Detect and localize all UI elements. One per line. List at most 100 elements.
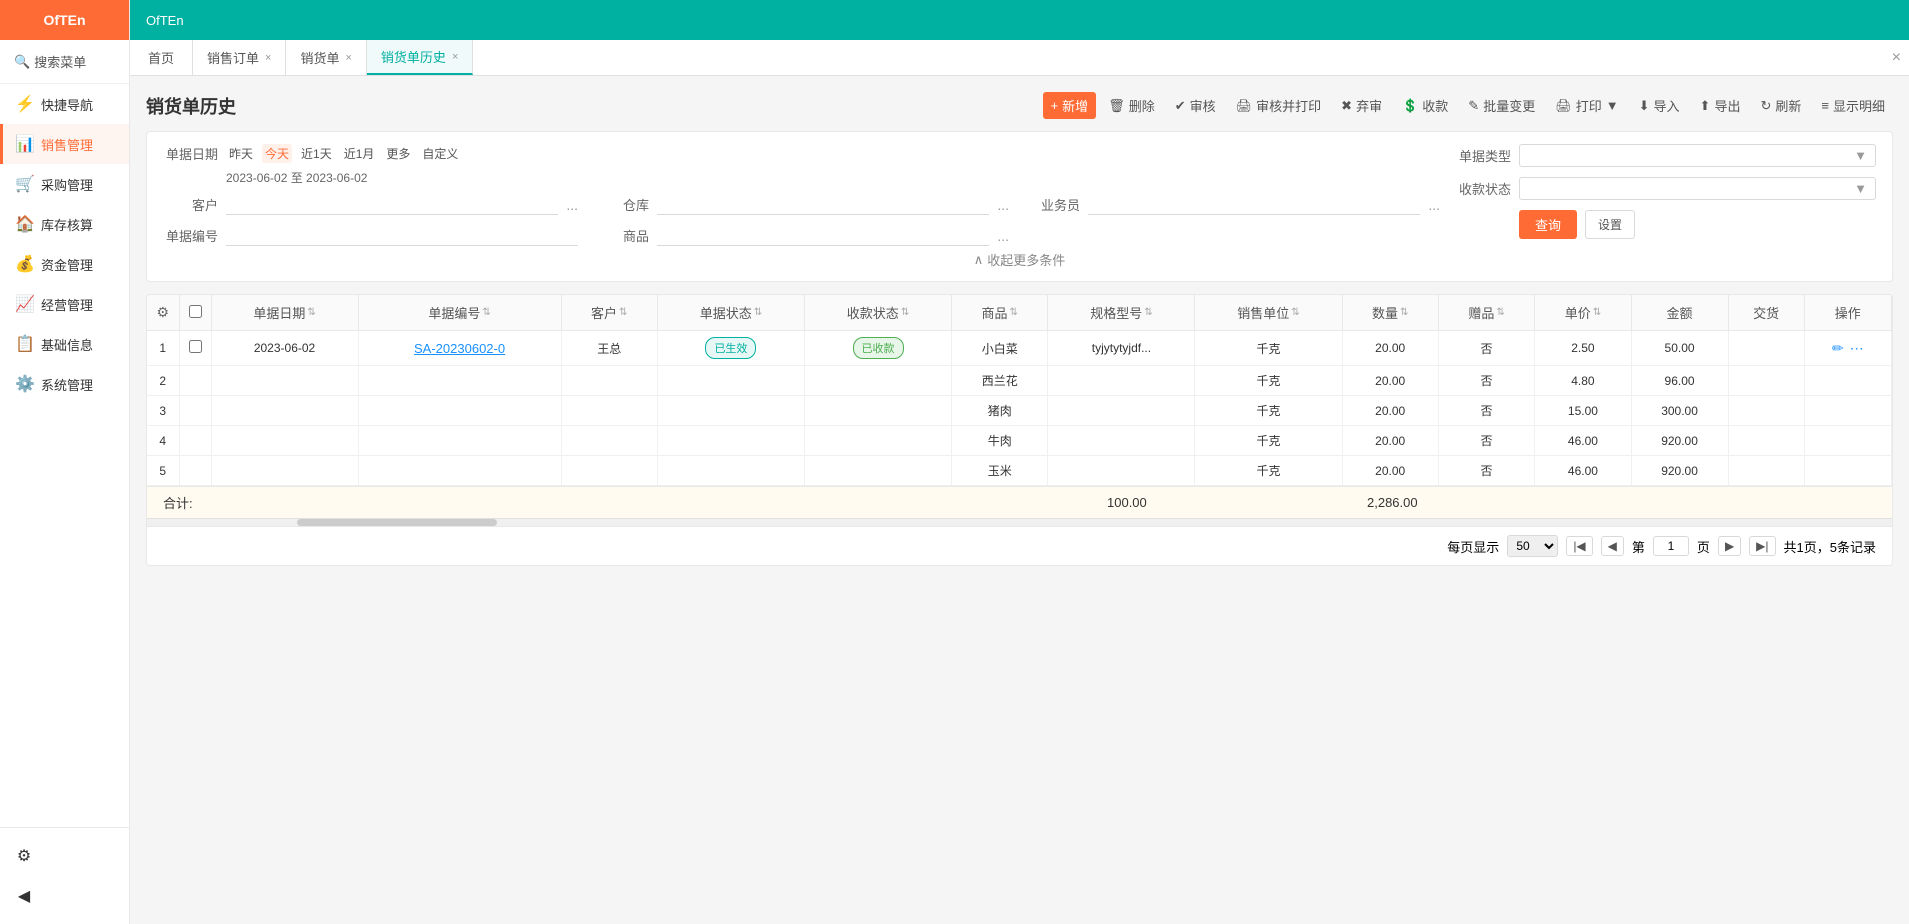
last-page-btn[interactable]: ▶|: [1749, 536, 1775, 556]
action-cell[interactable]: [1804, 456, 1891, 486]
doc-number-link[interactable]: SA-20230602-0: [414, 341, 505, 356]
export-btn[interactable]: ⬆ 导出: [1692, 92, 1749, 119]
col-doc-status[interactable]: 单据状态 ⇅: [657, 295, 804, 331]
col-gift[interactable]: 赠品 ⇅: [1438, 295, 1534, 331]
col-pay-status[interactable]: 收款状态 ⇅: [804, 295, 951, 331]
batch-change-btn[interactable]: ✎ 批量变更: [1460, 92, 1543, 119]
tab-sales-history[interactable]: 销货单历史 ×: [367, 40, 473, 75]
edit-action-icon[interactable]: ✏: [1832, 340, 1844, 357]
col-spec-sort[interactable]: 规格型号 ⇅: [1090, 303, 1152, 322]
action-cell[interactable]: [1804, 426, 1891, 456]
customer-dots-btn[interactable]: ...: [566, 197, 578, 213]
row-checkbox[interactable]: [189, 340, 202, 353]
set-btn[interactable]: 设置: [1585, 210, 1635, 239]
col-date[interactable]: 单据日期 ⇅: [211, 295, 358, 331]
audit-print-btn[interactable]: 🖨 审核并打印: [1228, 92, 1330, 119]
sidebar-item-sales-mgmt[interactable]: 📊 销售管理: [0, 124, 129, 164]
col-unit[interactable]: 销售单位 ⇅: [1195, 295, 1342, 331]
col-pay-status-sort[interactable]: 收款状态 ⇅: [847, 303, 909, 322]
prev-page-btn[interactable]: ◀: [1601, 536, 1624, 556]
sidebar-item-sys-admin[interactable]: ⚙️ 系统管理: [0, 364, 129, 404]
refresh-btn[interactable]: ↻ 刷新: [1752, 92, 1809, 119]
salesman-filter-input[interactable]: [1088, 194, 1420, 215]
next-page-btn[interactable]: ▶: [1718, 536, 1741, 556]
sidebar-item-base-info[interactable]: 📋 基础信息: [0, 324, 129, 364]
delete-btn[interactable]: 🗑 删除: [1100, 92, 1163, 119]
page-number-input[interactable]: [1653, 536, 1689, 556]
warehouse-dots-btn[interactable]: ...: [997, 197, 1009, 213]
col-settings[interactable]: ⚙: [147, 295, 179, 331]
sidebar-item-operations[interactable]: 📈 经营管理: [0, 284, 129, 324]
col-customer[interactable]: 客户 ⇅: [561, 295, 657, 331]
search-menu-btn[interactable]: 🔍 搜索菜单: [8, 48, 121, 75]
import-btn[interactable]: ⬇ 导入: [1631, 92, 1688, 119]
col-doc-status-sort[interactable]: 单据状态 ⇅: [700, 303, 762, 322]
sidebar-collapse-btn[interactable]: ◀: [0, 876, 129, 916]
first-page-btn[interactable]: |◀: [1566, 536, 1592, 556]
doc-number-filter-input[interactable]: [226, 225, 578, 246]
yesterday-btn[interactable]: 昨天: [226, 144, 256, 163]
product-filter-input[interactable]: [657, 225, 989, 246]
doc-number-cell[interactable]: [358, 366, 561, 396]
sidebar-settings-btn[interactable]: ⚙: [0, 836, 129, 876]
warehouse-filter-input[interactable]: [657, 194, 989, 215]
col-unit-sort[interactable]: 销售单位 ⇅: [1237, 303, 1299, 322]
action-cell[interactable]: ✏⋯: [1804, 331, 1891, 366]
doc-number-cell[interactable]: SA-20230602-0: [358, 331, 561, 366]
doc-type-select-btn[interactable]: ▼: [1519, 144, 1876, 167]
col-spec[interactable]: 规格型号 ⇅: [1048, 295, 1195, 331]
col-qty[interactable]: 数量 ⇅: [1342, 295, 1438, 331]
collapse-btn[interactable]: ∧ 收起更多条件: [974, 250, 1066, 269]
col-gift-sort[interactable]: 赠品 ⇅: [1468, 303, 1504, 322]
tab-sales-goods[interactable]: 销货单 ×: [286, 40, 366, 75]
checkbox-cell[interactable]: [179, 331, 211, 366]
doc-number-cell[interactable]: [358, 426, 561, 456]
action-cell[interactable]: [1804, 396, 1891, 426]
horizontal-scrollbar[interactable]: [147, 518, 1892, 526]
customer-filter-input[interactable]: [226, 194, 558, 215]
select-all-checkbox[interactable]: [189, 305, 202, 318]
tab-sales-goods-close[interactable]: ×: [345, 52, 351, 64]
today-btn[interactable]: 今天: [262, 144, 292, 163]
payment-status-select-btn[interactable]: ▼: [1519, 177, 1876, 200]
sidebar-item-finance[interactable]: 💰 资金管理: [0, 244, 129, 284]
tab-sales-history-close[interactable]: ×: [452, 51, 458, 63]
checkbox-cell[interactable]: [179, 366, 211, 396]
col-unit-price-sort[interactable]: 单价 ⇅: [1565, 303, 1601, 322]
sidebar-search-area[interactable]: 🔍 搜索菜单: [0, 40, 129, 84]
per-page-select[interactable]: 50 20 100: [1507, 535, 1558, 557]
checkbox-cell[interactable]: [179, 456, 211, 486]
last30-btn[interactable]: 近1月: [341, 144, 378, 163]
col-product[interactable]: 商品 ⇅: [952, 295, 1048, 331]
scrollbar-thumb[interactable]: [297, 519, 497, 526]
checkbox-cell[interactable]: [179, 426, 211, 456]
doc-number-cell[interactable]: [358, 396, 561, 426]
col-unit-price[interactable]: 单价 ⇅: [1535, 295, 1631, 331]
col-product-sort[interactable]: 商品 ⇅: [982, 303, 1018, 322]
sidebar-item-quick-nav[interactable]: ⚡ 快捷导航: [0, 84, 129, 124]
window-close-btn[interactable]: ×: [1892, 49, 1901, 67]
custom-btn[interactable]: 自定义: [419, 144, 461, 163]
new-btn[interactable]: + 新增: [1043, 92, 1097, 119]
more-action-icon[interactable]: ⋯: [1850, 340, 1864, 357]
abandon-btn[interactable]: ✖ 弃审: [1333, 92, 1390, 119]
col-doc-number-sort[interactable]: 单据编号 ⇅: [428, 303, 490, 322]
tab-sales-order-close[interactable]: ×: [265, 52, 271, 64]
sidebar-item-purchase-mgmt[interactable]: 🛒 采购管理: [0, 164, 129, 204]
table-settings-icon[interactable]: ⚙: [156, 304, 169, 320]
tab-home[interactable]: 首页: [130, 40, 193, 75]
col-checkbox[interactable]: [179, 295, 211, 331]
query-btn[interactable]: 查询: [1519, 210, 1577, 239]
print-btn[interactable]: 🖨 打印 ▼: [1547, 92, 1626, 119]
col-customer-sort[interactable]: 客户 ⇅: [591, 303, 627, 322]
tab-sales-order[interactable]: 销售订单 ×: [193, 40, 286, 75]
doc-number-cell[interactable]: [358, 456, 561, 486]
collect-btn[interactable]: 💲 收款: [1394, 92, 1456, 119]
col-doc-number[interactable]: 单据编号 ⇅: [358, 295, 561, 331]
sidebar-item-inventory[interactable]: 🏠 库存核算: [0, 204, 129, 244]
show-detail-btn[interactable]: ≡ 显示明细: [1813, 92, 1893, 119]
product-dots-btn[interactable]: ...: [997, 228, 1009, 244]
last7-btn[interactable]: 近1天: [298, 144, 335, 163]
checkbox-cell[interactable]: [179, 396, 211, 426]
salesman-dots-btn[interactable]: ...: [1428, 197, 1440, 213]
